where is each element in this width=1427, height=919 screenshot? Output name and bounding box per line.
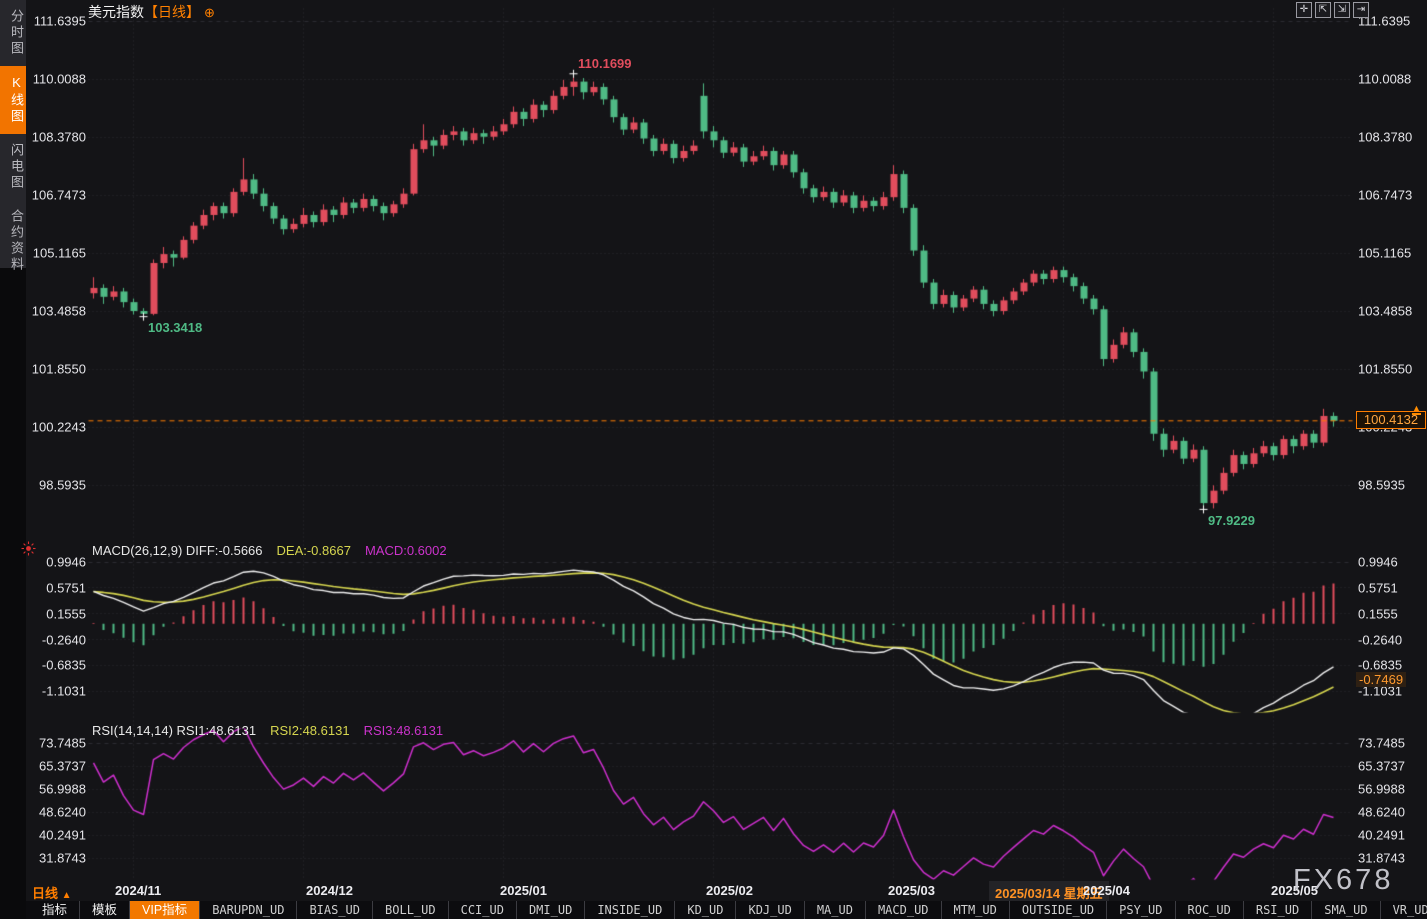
y-tick-label: 106.7473 <box>1358 188 1412 203</box>
circle-plus-icon[interactable]: ⊕ <box>204 5 215 20</box>
y-tick-label: 31.8743 <box>28 851 86 866</box>
y-tick-label: 0.9946 <box>1358 555 1398 570</box>
y-tick-label: 108.3780 <box>28 130 86 145</box>
y-tick-label: -1.1031 <box>28 684 86 699</box>
toolbar-indicators[interactable]: 指标 <box>30 901 80 919</box>
y-tick-label: 110.0088 <box>1358 72 1411 87</box>
y-tick-label: 0.5751 <box>1358 580 1398 595</box>
sidebar-tab-0[interactable]: 分时图 <box>0 0 26 66</box>
annotation-low-price-2: 97.9229 <box>1208 513 1255 528</box>
toolbar-indicator-bias_ud[interactable]: BIAS_UD <box>297 901 373 919</box>
y-tick-label: 31.8743 <box>1358 851 1405 866</box>
y-tick-label: 0.1555 <box>1358 606 1398 621</box>
rsi2-label: RSI2:48.6131 <box>270 723 350 738</box>
period-selector[interactable]: 日线 ▲ <box>32 883 72 902</box>
toolbar-indicator-ma_ud[interactable]: MA_UD <box>805 901 866 919</box>
sidebar: 分时图K线图闪电图合约资料 <box>0 0 26 919</box>
x-axis-label: 2024/12 <box>306 883 353 898</box>
toolbar-indicator-macd_ud[interactable]: MACD_UD <box>866 901 942 919</box>
x-axis-label: 2024/11 <box>115 883 161 898</box>
y-tick-label: -0.2640 <box>28 632 86 647</box>
y-tick-label: 56.9988 <box>1358 782 1405 797</box>
x-axis-row: 日线 ▲ 2025/03/14 星期五 2024/112024/122025/0… <box>26 881 1427 901</box>
y-tick-label: 0.9946 <box>28 555 86 570</box>
macd-diff-label: MACD(26,12,9) DIFF:-0.5666 <box>92 543 263 558</box>
x-axis-label: 2025/03 <box>888 883 935 898</box>
chart-toolbox: ✛⇱⇲⇥ <box>1296 2 1369 18</box>
toolbar-indicator-boll_ud[interactable]: BOLL_UD <box>373 901 449 919</box>
y-tick-label: 101.8550 <box>28 362 86 377</box>
macd-dea-label: DEA:-0.8667 <box>277 543 351 558</box>
toolbar-templates[interactable]: 模板 <box>80 901 130 919</box>
rsi-header: RSI(14,14,14) RSI1:48.6131 RSI2:48.6131 RS… <box>92 723 457 738</box>
y-tick-label: 48.6240 <box>28 805 86 820</box>
sidebar-tab-1[interactable]: K线图 <box>0 66 26 134</box>
live-update-icon <box>21 541 36 561</box>
toolbar-indicator-dmi_ud[interactable]: DMI_UD <box>517 901 585 919</box>
y-tick-label: 111.6395 <box>28 14 86 29</box>
x-axis-label: 2025/05 <box>1271 883 1318 898</box>
y-tick-label: 100.2243 <box>28 420 86 435</box>
macd-macd-label: MACD:0.6002 <box>365 543 447 558</box>
move-tool-icon[interactable]: ✛ <box>1296 2 1312 18</box>
y-tick-label: 98.5935 <box>28 478 86 493</box>
y-tick-label: 65.3737 <box>1358 759 1405 774</box>
annotation-high-price: 110.1699 <box>578 56 632 71</box>
sidebar-tab-2[interactable]: 闪电图 <box>0 134 26 200</box>
indicator-toolbar: 指标模板VIP指标BARUPDN_UDBIAS_UDBOLL_UDCCI_UDD… <box>0 901 1427 919</box>
chart-title: 美元指数【日线】 ⊕ <box>88 2 215 22</box>
sidebar-tabs: 分时图K线图闪电图合约资料 <box>0 0 26 268</box>
y-tick-label: -0.6835 <box>28 658 86 673</box>
toolbar-indicator-mtm_ud[interactable]: MTM_UD <box>942 901 1010 919</box>
y-tick-label: 103.4858 <box>28 304 86 319</box>
toolbar-indicator-cci_ud[interactable]: CCI_UD <box>449 901 517 919</box>
toolbar-indicator-kdj_ud[interactable]: KDJ_UD <box>736 901 804 919</box>
y-tick-label: 103.4858 <box>1358 304 1412 319</box>
symbol-name: 美元指数 <box>88 4 144 20</box>
chart-canvas[interactable] <box>0 0 1427 919</box>
macd-current-value-tag: -0.7469 <box>1356 672 1406 687</box>
y-tick-label: -0.2640 <box>1358 632 1402 647</box>
y-tick-label: 0.5751 <box>28 580 86 595</box>
pan-right-icon[interactable]: ⇥ <box>1353 2 1369 18</box>
rsi1-label: RSI(14,14,14) RSI1:48.6131 <box>92 723 256 738</box>
y-tick-label: -0.6835 <box>1358 658 1402 673</box>
macd-header: MACD(26,12,9) DIFF:-0.5666 DEA:-0.8667 MAC… <box>92 543 461 558</box>
rsi3-label: RSI3:48.6131 <box>364 723 444 738</box>
toolbar-indicator-outside_ud[interactable]: OUTSIDE_UD <box>1010 901 1107 919</box>
y-tick-label: 106.7473 <box>28 188 86 203</box>
toolbar-indicator-rsi_ud[interactable]: RSI_UD <box>1244 901 1312 919</box>
x-axis-label: 2025/02 <box>706 883 753 898</box>
toolbar-indicator-kd_ud[interactable]: KD_UD <box>675 901 736 919</box>
toolbar-vip-indicators[interactable]: VIP指标 <box>130 901 200 919</box>
price-up-arrow-icon[interactable]: ▲ <box>1412 404 1421 415</box>
annotation-low-price-1: 103.3418 <box>148 320 202 335</box>
x-axis-label: 2025/01 <box>500 883 547 898</box>
y-tick-label: 105.1165 <box>28 246 86 261</box>
scale-axis-right-icon[interactable]: ⇲ <box>1334 2 1350 18</box>
y-tick-label: 40.2491 <box>1358 828 1405 843</box>
toolbar-indicator-sma_ud[interactable]: SMA_UD <box>1312 901 1380 919</box>
y-tick-label: 108.3780 <box>1358 130 1412 145</box>
scale-axis-left-icon[interactable]: ⇱ <box>1315 2 1331 18</box>
toolbar-indicator-barupdn_ud[interactable]: BARUPDN_UD <box>200 901 297 919</box>
toolbar-indicator-psy_ud[interactable]: PSY_UD <box>1107 901 1175 919</box>
y-tick-label: 48.6240 <box>1358 805 1405 820</box>
period-tag: 【日线】 <box>144 4 200 20</box>
y-tick-label: 110.0088 <box>28 72 86 87</box>
y-tick-label: 0.1555 <box>28 606 86 621</box>
y-tick-label: 73.7485 <box>1358 736 1405 751</box>
y-tick-label: 40.2491 <box>28 828 86 843</box>
y-tick-label: 101.8550 <box>1358 362 1412 377</box>
y-tick-label: 73.7485 <box>28 736 86 751</box>
sidebar-tab-3[interactable]: 合约资料 <box>0 200 26 282</box>
x-axis-label: 2025/04 <box>1083 883 1130 898</box>
y-tick-label: 98.5935 <box>1358 478 1405 493</box>
y-tick-label: 65.3737 <box>28 759 86 774</box>
y-tick-label: 105.1165 <box>1358 246 1411 261</box>
toolbar-indicator-inside_ud[interactable]: INSIDE_UD <box>585 901 675 919</box>
toolbar-indicator-vr_ud[interactable]: VR_UD <box>1381 901 1427 919</box>
toolbar-indicator-roc_ud[interactable]: ROC_UD <box>1176 901 1244 919</box>
y-tick-label: 56.9988 <box>28 782 86 797</box>
